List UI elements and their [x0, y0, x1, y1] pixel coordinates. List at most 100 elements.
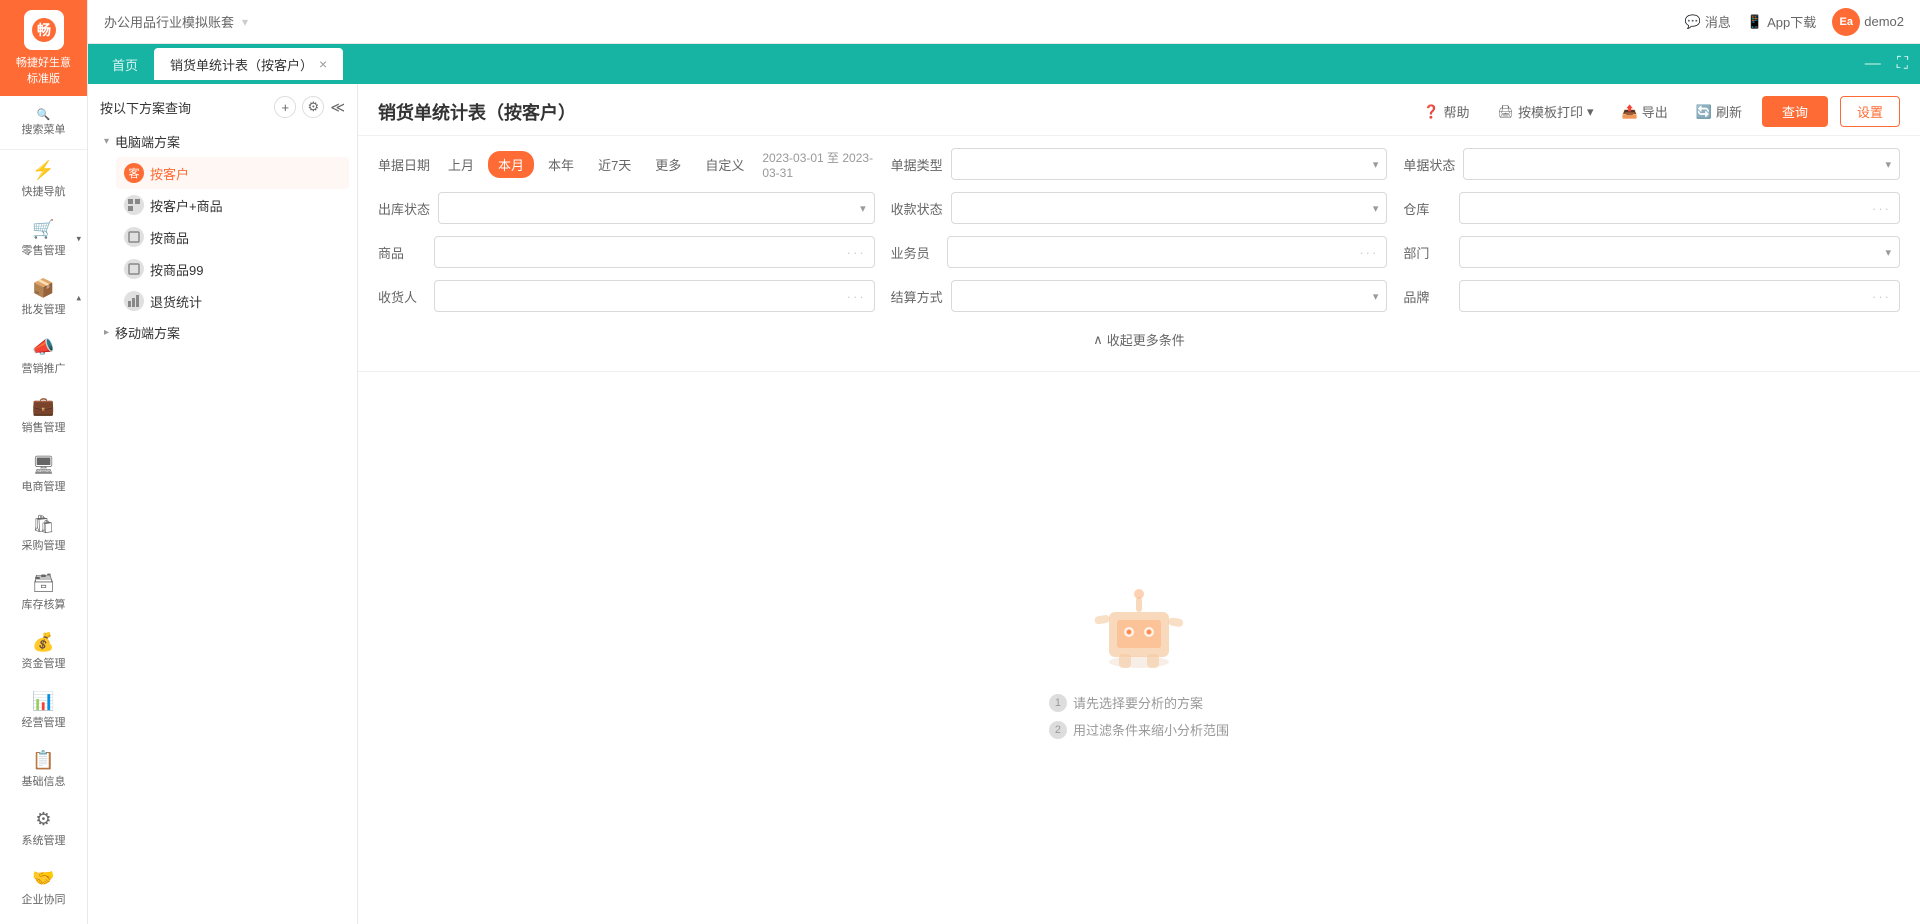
date-tab-this-month[interactable]: 本月	[488, 151, 534, 178]
department-control[interactable]: ▾	[1459, 236, 1900, 268]
salesperson-label: 业务员	[891, 243, 939, 262]
sidebar-item-finance[interactable]: 💰 资金管理	[0, 622, 87, 681]
retail-label: 零售管理	[22, 242, 66, 258]
ecommerce-label: 电商管理	[22, 478, 66, 494]
header-actions: + ⚙ ≪	[274, 96, 345, 118]
collapse-panel-btn[interactable]: ≪	[330, 99, 345, 116]
page-header: 销货单统计表（按客户） ❓ 帮助 🖨 按模板打印 ▾ 📤 导出	[358, 84, 1920, 136]
sidebar-item-system[interactable]: ⚙ 系统管理	[0, 799, 87, 858]
order-status-control[interactable]: ▾	[1463, 148, 1900, 180]
payment-status-filter: 收款状态 ▾	[891, 192, 1388, 224]
brand-dots: ···	[1872, 289, 1891, 304]
date-tab-this-year[interactable]: 本年	[538, 151, 584, 178]
main-area: 办公用品行业模拟账套 ▾ 💬 消息 📱 App下载 Ea demo2 首页	[88, 0, 1920, 924]
customer-goods-label: 按客户+商品	[150, 196, 223, 215]
goods-control[interactable]: ···	[434, 236, 875, 268]
tip-text-2: 用过滤条件来缩小分析范围	[1073, 720, 1229, 739]
message-icon: 💬	[1685, 14, 1701, 30]
settings-scheme-btn[interactable]: ⚙	[302, 96, 324, 118]
stock-status-filter: 出库状态 ▾	[378, 192, 875, 224]
sidebar-item-enterprise[interactable]: 🤝 企业协同	[0, 858, 87, 917]
tab-sales-report[interactable]: 销货单统计表（按客户） ×	[154, 48, 343, 80]
operations-label: 经营管理	[22, 714, 66, 730]
operations-icon: 📊	[32, 691, 54, 712]
refresh-btn[interactable]: 🔄 刷新	[1688, 98, 1750, 125]
ecommerce-icon: 🖥	[32, 455, 55, 476]
avatar: Ea	[1832, 8, 1860, 36]
app-download-btn[interactable]: 📱 App下载	[1747, 12, 1816, 31]
settlement-control[interactable]: ▾	[951, 280, 1388, 312]
tab-minimize-btn[interactable]: —	[1861, 51, 1885, 77]
salesperson-control[interactable]: ···	[947, 236, 1388, 268]
warehouse-control[interactable]: ···	[1459, 192, 1900, 224]
scheme-return-stats[interactable]: 退货统计	[116, 285, 349, 317]
retail-arrow: ▾	[76, 233, 81, 244]
tab-maximize-btn[interactable]: ⛶	[1893, 51, 1912, 77]
retail-icon: 🛒	[32, 219, 54, 240]
order-type-control[interactable]: ▾	[951, 148, 1388, 180]
goods-dots: ···	[847, 245, 866, 260]
sidebar-item-operations[interactable]: 📊 经营管理	[0, 681, 87, 740]
receiver-control[interactable]: ···	[434, 280, 875, 312]
inventory-icon: 🗃	[32, 573, 55, 594]
right-panel: 销货单统计表（按客户） ❓ 帮助 🖨 按模板打印 ▾ 📤 导出	[358, 84, 1920, 924]
finance-icon: 💰	[32, 632, 54, 653]
user-menu-btn[interactable]: Ea demo2	[1832, 8, 1904, 36]
message-btn[interactable]: 💬 消息	[1685, 12, 1731, 31]
tab-close-btn[interactable]: ×	[319, 57, 327, 71]
date-tab-7days[interactable]: 近7天	[588, 151, 641, 178]
date-tab-last-month[interactable]: 上月	[438, 151, 484, 178]
empty-illustration	[1079, 557, 1199, 677]
desktop-section-item[interactable]: ▾ 电脑端方案	[96, 126, 349, 157]
sidebar-item-quicknav[interactable]: ⚡ 快捷导航	[0, 150, 87, 209]
sidebar-item-ecommerce[interactable]: 🖥 电商管理	[0, 445, 87, 504]
tab-home[interactable]: 首页	[96, 48, 154, 80]
breadcrumb-arrow[interactable]: ▾	[242, 15, 248, 29]
mobile-label: 移动端方案	[115, 323, 180, 342]
system-label: 系统管理	[22, 832, 66, 848]
stock-status-arrow: ▾	[860, 202, 866, 215]
sidebar-item-marketing[interactable]: 📣 营销推广	[0, 327, 87, 386]
payment-status-control[interactable]: ▾	[951, 192, 1388, 224]
query-btn[interactable]: 查询	[1762, 96, 1828, 127]
desktop-arrow: ▾	[104, 136, 109, 147]
collapse-more-btn[interactable]: ∧ 收起更多条件	[378, 324, 1900, 359]
help-btn[interactable]: ❓ 帮助	[1415, 98, 1477, 125]
sidebar-item-basic[interactable]: 📋 基础信息	[0, 740, 87, 799]
sidebar-item-purchase[interactable]: 🛍 采购管理	[0, 504, 87, 563]
app-subtitle: 标准版	[27, 70, 60, 86]
sidebar-item-wholesale[interactable]: 📦 批发管理 ▴	[0, 268, 87, 327]
date-filter: 上月 本月 本年 近7天 更多 自定义 2023-03-01 至 2023-03…	[438, 149, 875, 180]
sidebar-item-retail[interactable]: 🛒 零售管理 ▾	[0, 209, 87, 268]
date-tab-more[interactable]: 更多	[645, 151, 691, 178]
brand-filter: 品牌 ···	[1403, 280, 1900, 312]
scheme-tree: ▾ 电脑端方案 客 按客户 按客户+商品	[88, 126, 357, 348]
left-panel: 按以下方案查询 + ⚙ ≪ ▾ 电脑端方案	[88, 84, 358, 924]
mobile-section-item[interactable]: ▸ 移动端方案	[96, 317, 349, 348]
marketing-icon: 📣	[32, 337, 54, 358]
tip-num-1: 1	[1049, 694, 1067, 712]
print-icon: 🖨	[1498, 104, 1515, 120]
sidebar-search[interactable]: 🔍 搜索菜单	[0, 96, 87, 150]
sidebar: 畅 畅捷好生意 标准版 🔍 搜索菜单 ⚡ 快捷导航 🛒 零售管理 ▾ 📦 批发管…	[0, 0, 88, 924]
scheme-by-customer-goods[interactable]: 按客户+商品	[116, 189, 349, 221]
refresh-icon: 🔄	[1696, 104, 1712, 120]
scheme-by-goods[interactable]: 按商品	[116, 221, 349, 253]
date-tab-custom[interactable]: 自定义	[695, 151, 754, 178]
brand-control[interactable]: ···	[1459, 280, 1900, 312]
scheme-by-goods99[interactable]: 按商品99	[116, 253, 349, 285]
settings-btn[interactable]: 设置	[1840, 96, 1900, 127]
sidebar-item-inventory[interactable]: 🗃 库存核算	[0, 563, 87, 622]
export-btn[interactable]: 📤 导出	[1614, 98, 1676, 125]
sales-label: 销售管理	[22, 419, 66, 435]
add-scheme-btn[interactable]: +	[274, 96, 296, 118]
quicknav-icon: ⚡	[32, 160, 54, 181]
refresh-label: 刷新	[1716, 102, 1742, 121]
stock-status-control[interactable]: ▾	[438, 192, 875, 224]
print-btn[interactable]: 🖨 按模板打印 ▾	[1490, 98, 1602, 125]
settlement-filter: 结算方式 ▾	[891, 280, 1388, 312]
sidebar-item-sales[interactable]: 💼 销售管理	[0, 386, 87, 445]
desktop-schemes: 客 按客户 按客户+商品 按商品	[96, 157, 349, 317]
sidebar-item-newuser[interactable]: 🌟 新手引导	[0, 917, 87, 924]
scheme-by-customer[interactable]: 客 按客户	[116, 157, 349, 189]
